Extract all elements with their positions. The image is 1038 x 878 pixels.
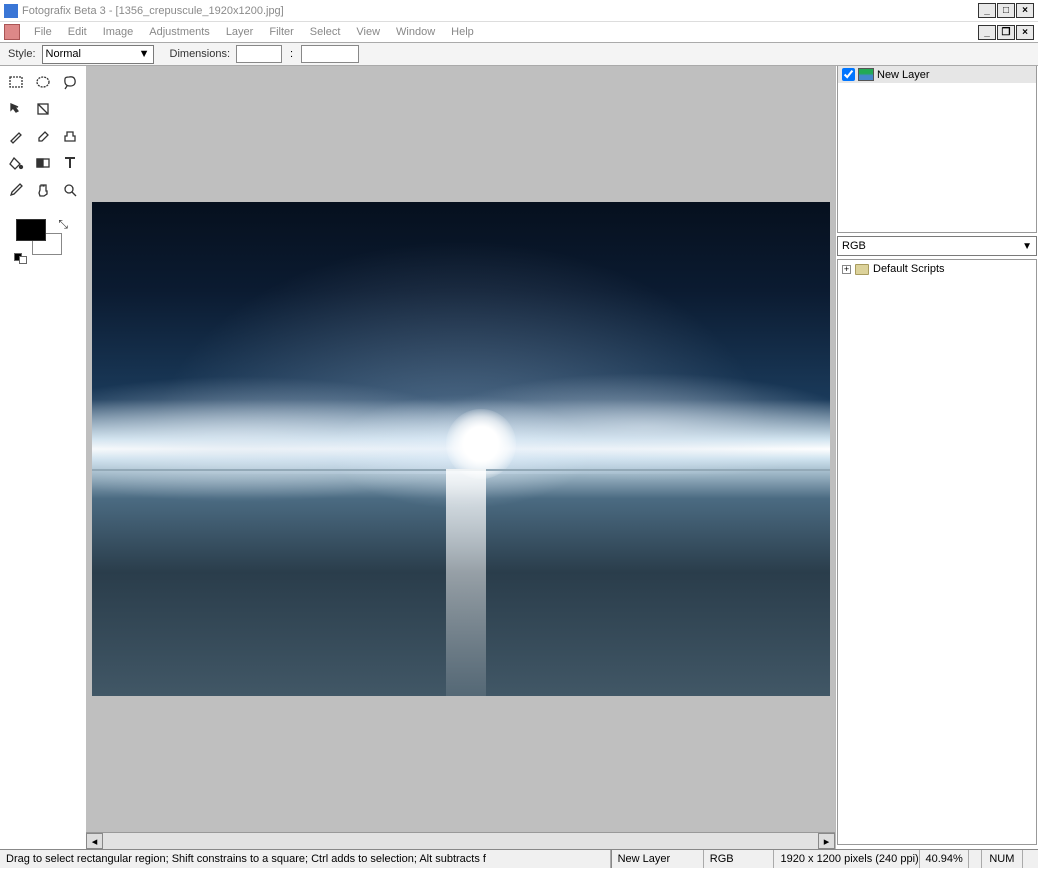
minimize-button[interactable]: _ bbox=[978, 3, 996, 18]
clone-stamp-tool[interactable] bbox=[57, 123, 83, 149]
status-numlock: NUM bbox=[982, 850, 1023, 868]
script-tree-root[interactable]: + Default Scripts bbox=[842, 263, 1032, 275]
status-bar: Drag to select rectangular region; Shift… bbox=[0, 849, 1038, 868]
dimensions-label: Dimensions: bbox=[170, 48, 231, 60]
move-tool[interactable] bbox=[3, 96, 29, 122]
rectangle-select-tool[interactable] bbox=[3, 69, 29, 95]
crop-tool[interactable] bbox=[30, 96, 56, 122]
menu-adjustments[interactable]: Adjustments bbox=[141, 24, 218, 40]
dimension-height-input[interactable] bbox=[301, 45, 359, 63]
style-select[interactable]: Normal ▼ bbox=[42, 45, 154, 64]
layer-thumbnail-icon bbox=[858, 68, 874, 81]
layer-row[interactable]: New Layer bbox=[838, 66, 1036, 83]
eraser-tool[interactable] bbox=[30, 123, 56, 149]
document-image[interactable] bbox=[92, 202, 830, 696]
empty-tool-slot bbox=[57, 96, 83, 122]
status-color-mode: RGB bbox=[704, 850, 775, 868]
menu-bar: File Edit Image Adjustments Layer Filter… bbox=[0, 22, 1038, 42]
mdi-minimize-button[interactable]: _ bbox=[978, 25, 996, 40]
status-active-layer: New Layer bbox=[611, 850, 704, 868]
menu-select[interactable]: Select bbox=[302, 24, 349, 40]
style-label: Style: bbox=[8, 48, 36, 60]
dimension-separator: : bbox=[288, 48, 295, 60]
window-title: Fotografix Beta 3 - [1356_crepuscule_192… bbox=[22, 5, 978, 17]
status-hint: Drag to select rectangular region; Shift… bbox=[0, 850, 611, 868]
color-mode-select[interactable]: RGB ▼ bbox=[837, 236, 1037, 256]
fill-tool[interactable] bbox=[3, 150, 29, 176]
brush-tool[interactable] bbox=[3, 123, 29, 149]
main-area: ⤡ ◂ ▸ New Layer bbox=[0, 66, 1038, 849]
menu-edit[interactable]: Edit bbox=[60, 24, 95, 40]
layers-panel: New Layer bbox=[837, 66, 1037, 233]
title-bar: Fotografix Beta 3 - [1356_crepuscule_192… bbox=[0, 0, 1038, 22]
scripts-panel: + Default Scripts bbox=[837, 259, 1037, 845]
options-bar: Style: Normal ▼ Dimensions: : bbox=[0, 42, 1038, 66]
mdi-window-controls: _ ❐ × bbox=[978, 25, 1034, 40]
text-tool[interactable] bbox=[57, 150, 83, 176]
swap-colors-icon[interactable]: ⤡ bbox=[58, 217, 68, 232]
default-colors-icon[interactable] bbox=[14, 253, 28, 263]
chevron-down-icon: ▼ bbox=[139, 48, 150, 60]
hand-tool[interactable] bbox=[30, 177, 56, 203]
dimension-width-input[interactable] bbox=[236, 45, 282, 63]
menu-view[interactable]: View bbox=[348, 24, 388, 40]
scroll-track[interactable] bbox=[103, 833, 818, 849]
horizontal-scrollbar[interactable]: ◂ ▸ bbox=[86, 832, 835, 849]
window-controls: _ □ × bbox=[978, 3, 1034, 18]
menu-filter[interactable]: Filter bbox=[261, 24, 301, 40]
maximize-button[interactable]: □ bbox=[997, 3, 1015, 18]
menu-layer[interactable]: Layer bbox=[218, 24, 262, 40]
foreground-color[interactable] bbox=[16, 219, 46, 241]
menu-file[interactable]: File bbox=[26, 24, 60, 40]
menu-image[interactable]: Image bbox=[95, 24, 142, 40]
color-mode-value: RGB bbox=[842, 240, 866, 252]
style-value: Normal bbox=[46, 48, 81, 60]
status-spacer bbox=[969, 850, 982, 868]
resize-grip-icon[interactable] bbox=[1023, 850, 1038, 868]
mdi-doc-icon bbox=[4, 24, 20, 40]
scroll-right-icon[interactable]: ▸ bbox=[818, 833, 835, 849]
script-root-label: Default Scripts bbox=[873, 263, 945, 275]
eyedropper-tool[interactable] bbox=[3, 177, 29, 203]
ellipse-select-tool[interactable] bbox=[30, 69, 56, 95]
close-button[interactable]: × bbox=[1016, 3, 1034, 18]
scroll-left-icon[interactable]: ◂ bbox=[86, 833, 103, 849]
right-panel-dock: New Layer RGB ▼ + Default Scripts bbox=[835, 66, 1038, 849]
menu-window[interactable]: Window bbox=[388, 24, 443, 40]
mdi-close-button[interactable]: × bbox=[1016, 25, 1034, 40]
mdi-restore-button[interactable]: ❐ bbox=[997, 25, 1015, 40]
status-zoom: 40.94% bbox=[920, 850, 969, 868]
chevron-down-icon: ▼ bbox=[1022, 241, 1032, 252]
tree-expand-icon[interactable]: + bbox=[842, 265, 851, 274]
color-swatches: ⤡ bbox=[8, 215, 78, 275]
layer-name: New Layer bbox=[877, 69, 930, 81]
zoom-tool[interactable] bbox=[57, 177, 83, 203]
gradient-tool[interactable] bbox=[30, 150, 56, 176]
menu-help[interactable]: Help bbox=[443, 24, 482, 40]
toolbox: ⤡ bbox=[0, 66, 86, 849]
layer-visibility-checkbox[interactable] bbox=[842, 68, 855, 81]
folder-icon bbox=[855, 264, 869, 275]
lasso-tool[interactable] bbox=[57, 69, 83, 95]
document-viewport[interactable] bbox=[86, 66, 835, 832]
app-icon bbox=[4, 4, 18, 18]
status-dimensions: 1920 x 1200 pixels (240 ppi) bbox=[774, 850, 919, 868]
canvas-viewport: ◂ ▸ bbox=[86, 66, 835, 849]
